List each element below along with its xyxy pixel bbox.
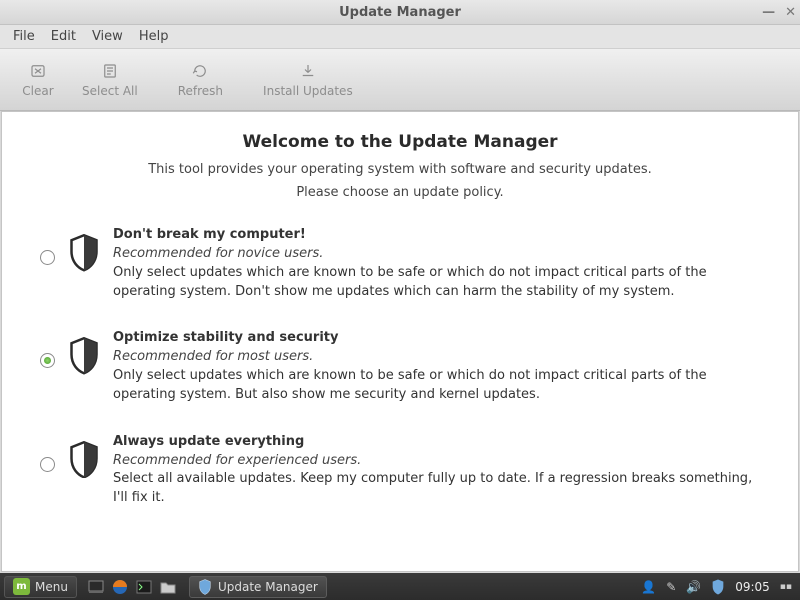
system-tray: 👤 ✎ 🔊 09:05 ▪▪ — [641, 579, 796, 595]
menu-edit[interactable]: Edit — [44, 27, 83, 46]
install-label: Install Updates — [263, 84, 353, 98]
files-icon[interactable] — [157, 576, 179, 598]
start-menu-button[interactable]: m Menu — [4, 576, 77, 598]
policy-text: Optimize stability and security Recommen… — [113, 329, 760, 404]
policy-title: Always update everything — [113, 433, 760, 452]
firefox-icon[interactable] — [109, 576, 131, 598]
policy-title: Optimize stability and security — [113, 329, 760, 348]
select-all-icon — [101, 62, 119, 80]
refresh-button[interactable]: Refresh — [164, 58, 237, 102]
welcome-subtitle-2: Please choose an update policy. — [40, 185, 760, 200]
window-controls: — ✕ — [762, 0, 796, 24]
app-window: Update Manager — ✕ File Edit View Help C… — [0, 0, 800, 573]
policy-list: Don't break my computer! Recommended for… — [40, 226, 760, 508]
tray-menu-icon[interactable]: ▪▪ — [780, 582, 792, 592]
clock[interactable]: 09:05 — [735, 580, 770, 594]
policy-reco: Recommended for novice users. — [113, 245, 760, 264]
clear-label: Clear — [22, 84, 53, 98]
policy-text: Don't break my computer! Recommended for… — [113, 226, 760, 301]
menubar: File Edit View Help — [0, 25, 800, 49]
show-desktop-icon[interactable] — [85, 576, 107, 598]
install-updates-button[interactable]: Install Updates — [249, 58, 367, 102]
content-area: Welcome to the Update Manager This tool … — [1, 111, 799, 572]
volume-icon[interactable]: 🔊 — [686, 580, 701, 594]
window-title: Update Manager — [339, 5, 461, 20]
shield-icon — [69, 234, 99, 272]
shield-icon — [69, 441, 99, 479]
minimize-button[interactable]: — — [762, 5, 775, 20]
taskbar: m Menu Update Manager 👤 ✎ 🔊 09:05 ▪▪ — [0, 573, 800, 600]
refresh-label: Refresh — [178, 84, 223, 98]
policy-option-experienced[interactable]: Always update everything Recommended for… — [40, 433, 760, 508]
clear-button[interactable]: Clear — [8, 58, 68, 102]
policy-reco: Recommended for experienced users. — [113, 452, 760, 471]
titlebar: Update Manager — ✕ — [0, 0, 800, 25]
toolbar: Clear Select All Refresh Install Updates — [0, 49, 800, 111]
welcome-heading: Welcome to the Update Manager — [40, 132, 760, 152]
shield-icon — [69, 337, 99, 375]
user-icon[interactable]: 👤 — [641, 580, 656, 594]
quick-launch — [85, 576, 179, 598]
radio-balanced[interactable] — [40, 353, 55, 368]
policy-text: Always update everything Recommended for… — [113, 433, 760, 508]
network-icon[interactable]: ✎ — [666, 580, 676, 594]
welcome-subtitle-1: This tool provides your operating system… — [40, 162, 760, 177]
taskbar-app-label: Update Manager — [218, 580, 318, 594]
policy-desc: Only select updates which are known to b… — [113, 368, 707, 402]
close-button[interactable]: ✕ — [785, 5, 796, 20]
select-all-button[interactable]: Select All — [68, 58, 152, 102]
menu-file[interactable]: File — [6, 27, 42, 46]
install-icon — [299, 62, 317, 80]
select-all-label: Select All — [82, 84, 138, 98]
taskbar-app-update-manager[interactable]: Update Manager — [189, 576, 327, 598]
menu-label: Menu — [35, 580, 68, 594]
clear-icon — [29, 62, 47, 80]
policy-option-balanced[interactable]: Optimize stability and security Recommen… — [40, 329, 760, 404]
menu-help[interactable]: Help — [132, 27, 176, 46]
radio-experienced[interactable] — [40, 457, 55, 472]
policy-desc: Select all available updates. Keep my co… — [113, 471, 752, 505]
policy-title: Don't break my computer! — [113, 226, 760, 245]
update-shield-tray-icon[interactable] — [711, 579, 725, 595]
radio-novice[interactable] — [40, 250, 55, 265]
mint-logo-icon: m — [13, 578, 30, 595]
policy-desc: Only select updates which are known to b… — [113, 265, 707, 299]
shield-icon-small — [198, 579, 212, 595]
menu-view[interactable]: View — [85, 27, 130, 46]
refresh-icon — [191, 62, 209, 80]
terminal-icon[interactable] — [133, 576, 155, 598]
policy-reco: Recommended for most users. — [113, 348, 760, 367]
policy-option-novice[interactable]: Don't break my computer! Recommended for… — [40, 226, 760, 301]
